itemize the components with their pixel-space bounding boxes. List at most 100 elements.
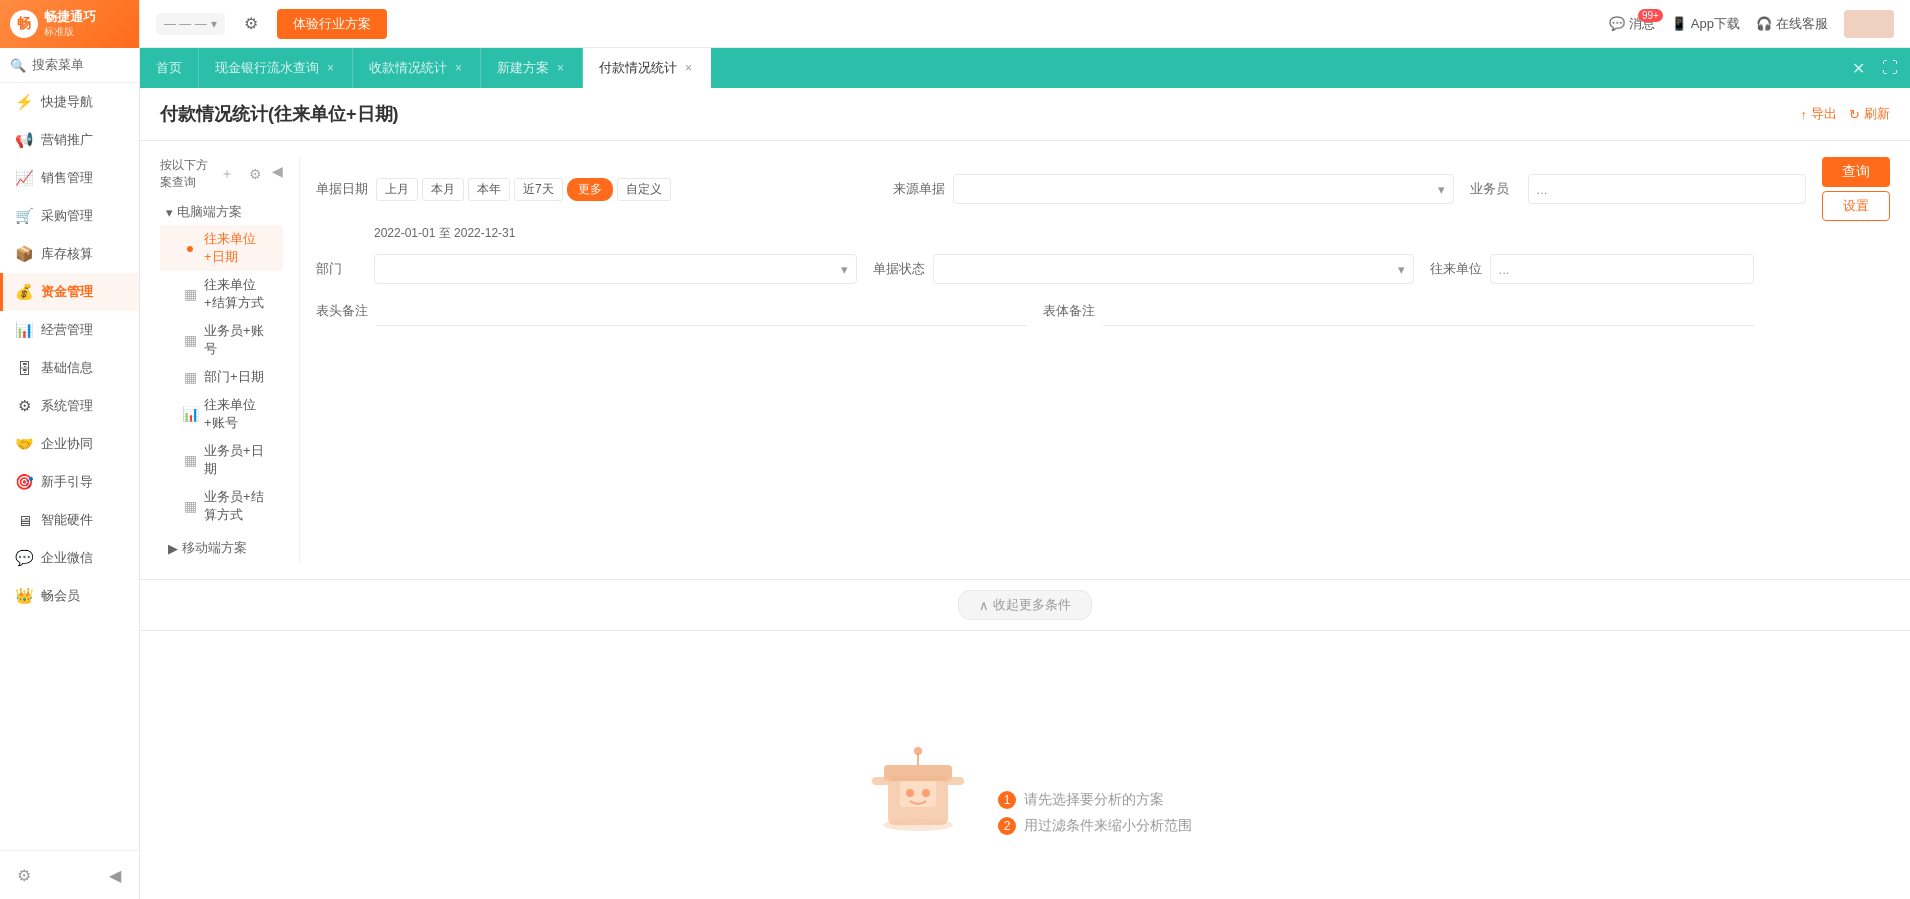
empty-step-1: 1 请先选择要分析的方案 [998,791,1192,809]
sidebar-item-label: 库存核算 [41,245,93,263]
trial-btn[interactable]: 体验行业方案 [277,9,387,39]
scheme-item-label: 业务员+账号 [204,322,275,358]
scheme-item-partner-settle[interactable]: ▦ 往来单位+结算方式 [160,271,283,317]
sidebar-item-inventory[interactable]: 📦 库存核算 [0,235,139,273]
chart-icon: 📊 [182,406,198,422]
filter-inputs: 单据日期 上月 本月 本年 近7天 更多 自定义 来源单据 [316,157,1890,563]
sidebar-item-label: 企业微信 [41,549,93,567]
sidebar-item-operation[interactable]: 📊 经营管理 [0,311,139,349]
date-btn-custom[interactable]: 自定义 [617,178,671,201]
scheme-item-salesperson-date[interactable]: ▦ 业务员+日期 [160,437,283,483]
topbar-right: 💬 消息 99+ 📱 App下载 🎧 在线客服 [1609,10,1894,38]
app-download-btn[interactable]: 📱 App下载 [1671,15,1740,33]
collapse-sidebar-btn[interactable]: ◀ [101,861,129,889]
sidebar-item-system[interactable]: ⚙ 系统管理 [0,387,139,425]
sidebar-item-sales[interactable]: 📈 销售管理 [0,159,139,197]
settings-scheme-btn[interactable]: ⚙ [244,163,266,185]
date-btn-this-year[interactable]: 本年 [468,178,510,201]
topbar-gear-btn[interactable]: ⚙ [237,10,265,38]
desktop-scheme-header[interactable]: ▾ 电脑端方案 [160,199,283,225]
doc-status-select[interactable]: ▾ [933,254,1414,284]
quick-nav-icon: ⚡ [15,93,33,111]
tab-new-scheme-close[interactable]: × [555,59,566,77]
empty-state: 1 请先选择要分析的方案 2 用过滤条件来缩小分析范围 [140,631,1910,899]
sidebar-item-basic[interactable]: 🗄 基础信息 [0,349,139,387]
scheme-item-salesperson-account[interactable]: ▦ 业务员+账号 [160,317,283,363]
body-note-input[interactable] [1103,296,1754,326]
tab-payment-stats-label: 付款情况统计 [599,59,677,77]
doc-status-filter: 单据状态 ▾ [873,254,1414,284]
date-btn-this-month[interactable]: 本月 [422,178,464,201]
tab-income-stats[interactable]: 收款情况统计 × [353,48,481,88]
tab-new-scheme-label: 新建方案 [497,59,549,77]
desktop-scheme-group: ▾ 电脑端方案 ● 往来单位+日期 ▦ 往来单位+结算方式 ▦ [160,199,283,529]
hardware-icon: 🖥 [15,511,33,529]
salesperson-select[interactable]: ... [1528,174,1806,204]
export-label: 导出 [1811,105,1837,123]
sidebar-item-guide[interactable]: 🎯 新手引导 [0,463,139,501]
app-logo-icon: 畅 [10,10,38,38]
message-icon: 💬 [1609,16,1625,31]
scheme-item-partner-date[interactable]: ● 往来单位+日期 [160,225,283,271]
tab-bar: 首页 现金银行流水查询 × 收款情况统计 × 新建方案 × 付款情况统计 × ✕… [140,48,1910,88]
sidebar-item-capital[interactable]: 💰 资金管理 [0,273,139,311]
tab-bank-flow[interactable]: 现金银行流水查询 × [199,48,353,88]
header-note-input[interactable] [376,296,1027,326]
source-select[interactable]: ▾ [953,174,1454,204]
chevron-down-icon: ▾ [211,17,217,31]
date-btn-last-month[interactable]: 上月 [376,178,418,201]
online-service-btn[interactable]: 🎧 在线客服 [1756,15,1828,33]
close-window-btn[interactable]: ✕ [1846,56,1870,80]
tab-income-stats-close[interactable]: × [453,59,464,77]
partner-label: 往来单位 [1430,260,1482,278]
sidebar-item-label: 经营管理 [41,321,93,339]
scheme-tree: ▾ 电脑端方案 ● 往来单位+日期 ▦ 往来单位+结算方式 ▦ [160,199,283,563]
sidebar-item-collab[interactable]: 🤝 企业协同 [0,425,139,463]
tab-bank-flow-close[interactable]: × [325,59,336,77]
partner-select[interactable]: ... [1490,254,1754,284]
filter-row-1: 单据日期 上月 本月 本年 近7天 更多 自定义 来源单据 [316,157,1890,221]
salesperson-filter: 业务员 ... [1470,174,1806,204]
refresh-icon: ↻ [1849,107,1860,122]
chevron-right-icon: ▶ [168,541,178,556]
messages-btn[interactable]: 💬 消息 99+ [1609,15,1655,33]
sidebar-item-weixin[interactable]: 💬 企业微信 [0,539,139,577]
scheme-icon: ▦ [182,369,198,385]
sidebar-item-label: 智能硬件 [41,511,93,529]
company-selector[interactable]: — — — ▾ [156,13,225,35]
settings-footer-btn[interactable]: ⚙ [10,861,38,889]
dept-select[interactable]: ▾ [374,254,857,284]
sidebar-item-hardware[interactable]: 🖥 智能硬件 [0,501,139,539]
sidebar-item-purchase[interactable]: 🛒 采购管理 [0,197,139,235]
collapse-scheme-btn[interactable]: ◀ [272,163,283,185]
add-scheme-btn[interactable]: ＋ [216,163,238,185]
maximize-window-btn[interactable]: ⛶ [1878,56,1902,80]
system-icon: ⚙ [15,397,33,415]
tab-payment-stats[interactable]: 付款情况统计 × [583,48,711,88]
collapse-more-btn[interactable]: ∧ 收起更多条件 [958,590,1092,620]
sidebar-item-marketing[interactable]: 📢 营销推广 [0,121,139,159]
filter-settings-btn[interactable]: 设置 [1822,191,1890,221]
scheme-item-partner-account[interactable]: 📊 往来单位+账号 [160,391,283,437]
scheme-item-dept-date[interactable]: ▦ 部门+日期 [160,363,283,391]
user-avatar[interactable] [1844,10,1894,38]
sidebar-item-label: 新手引导 [41,473,93,491]
refresh-btn[interactable]: ↻ 刷新 [1849,105,1890,123]
sidebar-search[interactable]: 🔍 搜索菜单 [0,48,139,83]
purchase-icon: 🛒 [15,207,33,225]
tab-payment-stats-close[interactable]: × [683,59,694,77]
mobile-scheme-group[interactable]: ▶ 移动端方案 [160,533,283,563]
date-btn-7days[interactable]: 近7天 [514,178,563,201]
empty-illustration [858,735,978,835]
query-btn[interactable]: 查询 [1822,157,1890,187]
tab-home[interactable]: 首页 [140,48,199,88]
export-btn[interactable]: ↑ 导出 [1801,105,1838,123]
mobile-scheme-label: 移动端方案 [182,539,247,557]
date-btn-more[interactable]: 更多 [567,178,613,201]
sidebar-item-vip[interactable]: 👑 畅会员 [0,577,139,615]
scheme-item-salesperson-settle[interactable]: ▦ 业务员+结算方式 [160,483,283,529]
svg-point-5 [922,789,930,797]
sidebar-item-quick-nav[interactable]: ⚡ 快捷导航 [0,83,139,121]
tab-new-scheme[interactable]: 新建方案 × [481,48,583,88]
date-label: 单据日期 [316,180,368,198]
